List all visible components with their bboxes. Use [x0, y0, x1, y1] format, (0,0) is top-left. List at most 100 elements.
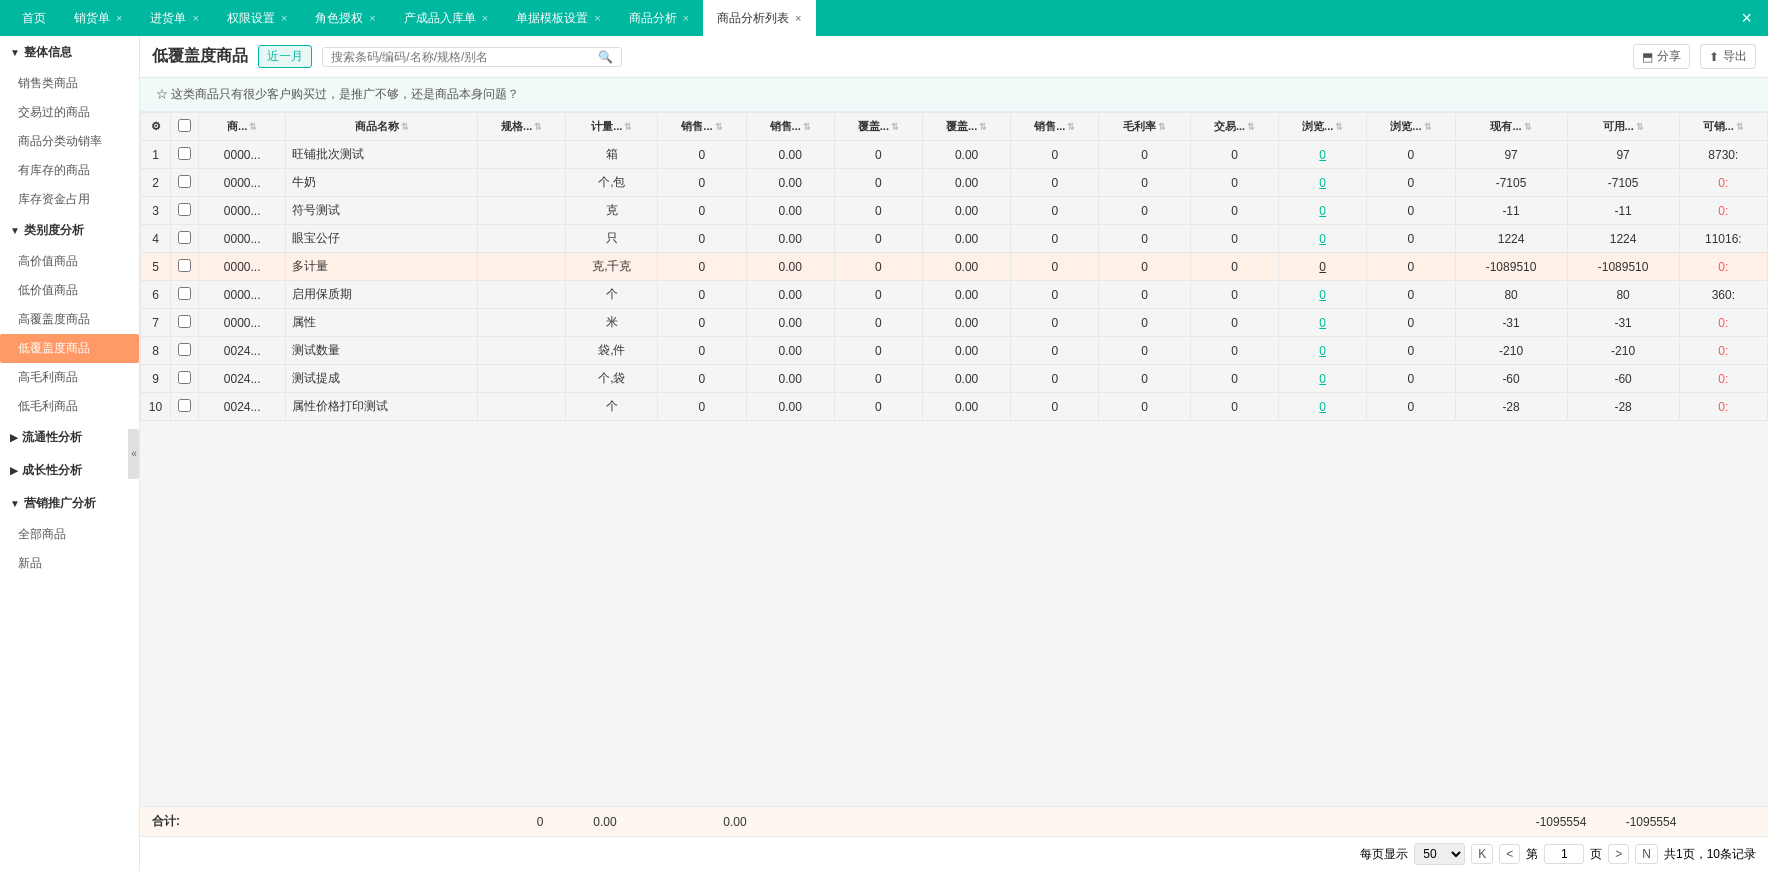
row-browse1[interactable]: 0 — [1279, 169, 1367, 197]
close-icon[interactable]: × — [116, 12, 122, 24]
sidebar-item-new-goods[interactable]: 新品 — [0, 549, 139, 578]
sidebar-section-liquidity[interactable]: ▶ 流通性分析 — [0, 421, 139, 454]
row-sales-qty: 0 — [658, 169, 746, 197]
column-browse2[interactable]: 浏览...⇅ — [1367, 113, 1455, 141]
row-browse1[interactable]: 0 — [1279, 141, 1367, 169]
row-saleable: 0: — [1679, 393, 1767, 421]
column-coverage2[interactable]: 覆盖...⇅ — [923, 113, 1011, 141]
close-icon[interactable]: × — [683, 12, 689, 24]
row-num: 6 — [141, 281, 171, 309]
column-sales-qty[interactable]: 销售...⇅ — [658, 113, 746, 141]
row-browse1[interactable]: 0 — [1279, 365, 1367, 393]
row-sales-amt: 0.00 — [746, 281, 834, 309]
select-all-checkbox[interactable] — [178, 119, 191, 132]
close-icon[interactable]: × — [482, 12, 488, 24]
sidebar-item-low-coverage[interactable]: 低覆盖度商品 — [0, 334, 139, 363]
share-button[interactable]: ⬒ 分享 — [1633, 44, 1690, 69]
column-available[interactable]: 可用...⇅ — [1567, 113, 1679, 141]
page-number-input[interactable] — [1544, 844, 1584, 864]
nav-role-auth[interactable]: 角色授权 × — [301, 0, 389, 36]
sidebar-item-high-margin[interactable]: 高毛利商品 — [0, 363, 139, 392]
page-size-select[interactable]: 50 10 20 100 — [1414, 843, 1465, 865]
row-browse2: 0 — [1367, 169, 1455, 197]
table-container[interactable]: ⚙ 商...⇅ 商品名称⇅ 规格...⇅ 计量...⇅ 销售...⇅ 销售...… — [140, 112, 1768, 806]
sidebar-item-all-goods[interactable]: 全部商品 — [0, 520, 139, 549]
column-name[interactable]: 商品名称⇅ — [286, 113, 478, 141]
row-name: 启用保质期 — [286, 281, 478, 309]
row-checkbox[interactable] — [171, 365, 199, 393]
column-sales-amt[interactable]: 销售...⇅ — [746, 113, 834, 141]
sidebar-item-stock-fund[interactable]: 库存资金占用 — [0, 185, 139, 214]
window-close-button[interactable]: × — [1733, 8, 1760, 29]
column-saleable[interactable]: 可销...⇅ — [1679, 113, 1767, 141]
row-browse1[interactable]: 0 — [1279, 281, 1367, 309]
row-num: 4 — [141, 225, 171, 253]
content-header: 低覆盖度商品 近一月 🔍 ⬒ 分享 ⬆ 导出 — [140, 36, 1768, 78]
column-sales3[interactable]: 销售...⇅ — [1011, 113, 1099, 141]
sidebar-item-low-margin[interactable]: 低毛利商品 — [0, 392, 139, 421]
first-page-button[interactable]: K — [1471, 844, 1493, 864]
last-page-button[interactable]: N — [1635, 844, 1658, 864]
row-checkbox[interactable] — [171, 169, 199, 197]
row-checkbox[interactable] — [171, 393, 199, 421]
row-browse1[interactable]: 0 — [1279, 393, 1367, 421]
nav-permission[interactable]: 权限设置 × — [213, 0, 301, 36]
prev-page-button[interactable]: < — [1499, 844, 1520, 864]
close-icon[interactable]: × — [369, 12, 375, 24]
row-checkbox[interactable] — [171, 253, 199, 281]
row-checkbox[interactable] — [171, 309, 199, 337]
column-gear[interactable]: ⚙ — [141, 113, 171, 141]
row-saleable: 360: — [1679, 281, 1767, 309]
row-browse1[interactable]: 0 — [1279, 197, 1367, 225]
row-checkbox[interactable] — [171, 225, 199, 253]
nav-home[interactable]: 首页 — [8, 0, 60, 36]
row-browse1[interactable]: 0 — [1279, 337, 1367, 365]
sidebar-item-stock-goods[interactable]: 有库存的商品 — [0, 156, 139, 185]
nav-template-settings[interactable]: 单据模板设置 × — [502, 0, 614, 36]
column-unit[interactable]: 计量...⇅ — [566, 113, 658, 141]
row-available: -60 — [1567, 365, 1679, 393]
sidebar-item-sales-goods[interactable]: 销售类商品 — [0, 69, 139, 98]
nav-product-inbound[interactable]: 产成品入库单 × — [390, 0, 502, 36]
sidebar-item-low-value[interactable]: 低价值商品 — [0, 276, 139, 305]
close-icon[interactable]: × — [594, 12, 600, 24]
row-browse1[interactable]: 0 — [1279, 225, 1367, 253]
sidebar-item-high-value[interactable]: 高价值商品 — [0, 247, 139, 276]
close-icon[interactable]: × — [281, 12, 287, 24]
sidebar-section-marketing[interactable]: ▼ 营销推广分析 — [0, 487, 139, 520]
column-browse1[interactable]: 浏览...⇅ — [1279, 113, 1367, 141]
search-input[interactable] — [331, 50, 594, 64]
nav-sales-order[interactable]: 销货单 × — [60, 0, 136, 36]
row-checkbox[interactable] — [171, 197, 199, 225]
sidebar-item-high-coverage[interactable]: 高覆盖度商品 — [0, 305, 139, 334]
sidebar-section-overall[interactable]: ▼ 整体信息 — [0, 36, 139, 69]
column-checkbox[interactable] — [171, 113, 199, 141]
column-current[interactable]: 现有...⇅ — [1455, 113, 1567, 141]
row-available: -1089510 — [1567, 253, 1679, 281]
date-filter-button[interactable]: 近一月 — [258, 45, 312, 68]
nav-product-analysis-list[interactable]: 商品分析列表 × — [703, 0, 815, 36]
info-banner: ☆ 这类商品只有很少客户购买过，是推广不够，还是商品本身问题？ — [140, 78, 1768, 112]
close-icon[interactable]: × — [795, 12, 801, 24]
row-checkbox[interactable] — [171, 281, 199, 309]
close-icon[interactable]: × — [192, 12, 198, 24]
nav-product-analysis[interactable]: 商品分析 × — [615, 0, 703, 36]
row-browse1[interactable]: 0 — [1279, 309, 1367, 337]
sidebar-section-category[interactable]: ▼ 类别度分析 — [0, 214, 139, 247]
next-page-button[interactable]: > — [1608, 844, 1629, 864]
column-coverage1[interactable]: 覆盖...⇅ — [834, 113, 922, 141]
sidebar-section-growth[interactable]: ▶ 成长性分析 — [0, 454, 139, 487]
column-code[interactable]: 商...⇅ — [199, 113, 286, 141]
sidebar-collapse-button[interactable]: « — [128, 429, 140, 479]
column-gross-margin[interactable]: 毛利率⇅ — [1099, 113, 1190, 141]
column-spec[interactable]: 规格...⇅ — [478, 113, 566, 141]
nav-purchase-order[interactable]: 进货单 × — [136, 0, 212, 36]
sidebar-item-traded-goods[interactable]: 交易过的商品 — [0, 98, 139, 127]
row-trade: 0 — [1190, 393, 1278, 421]
sidebar-item-category-sales-rate[interactable]: 商品分类动销率 — [0, 127, 139, 156]
row-checkbox[interactable] — [171, 337, 199, 365]
row-browse1[interactable]: 0 — [1279, 253, 1367, 281]
export-button[interactable]: ⬆ 导出 — [1700, 44, 1756, 69]
row-checkbox[interactable] — [171, 141, 199, 169]
column-trade[interactable]: 交易...⇅ — [1190, 113, 1278, 141]
